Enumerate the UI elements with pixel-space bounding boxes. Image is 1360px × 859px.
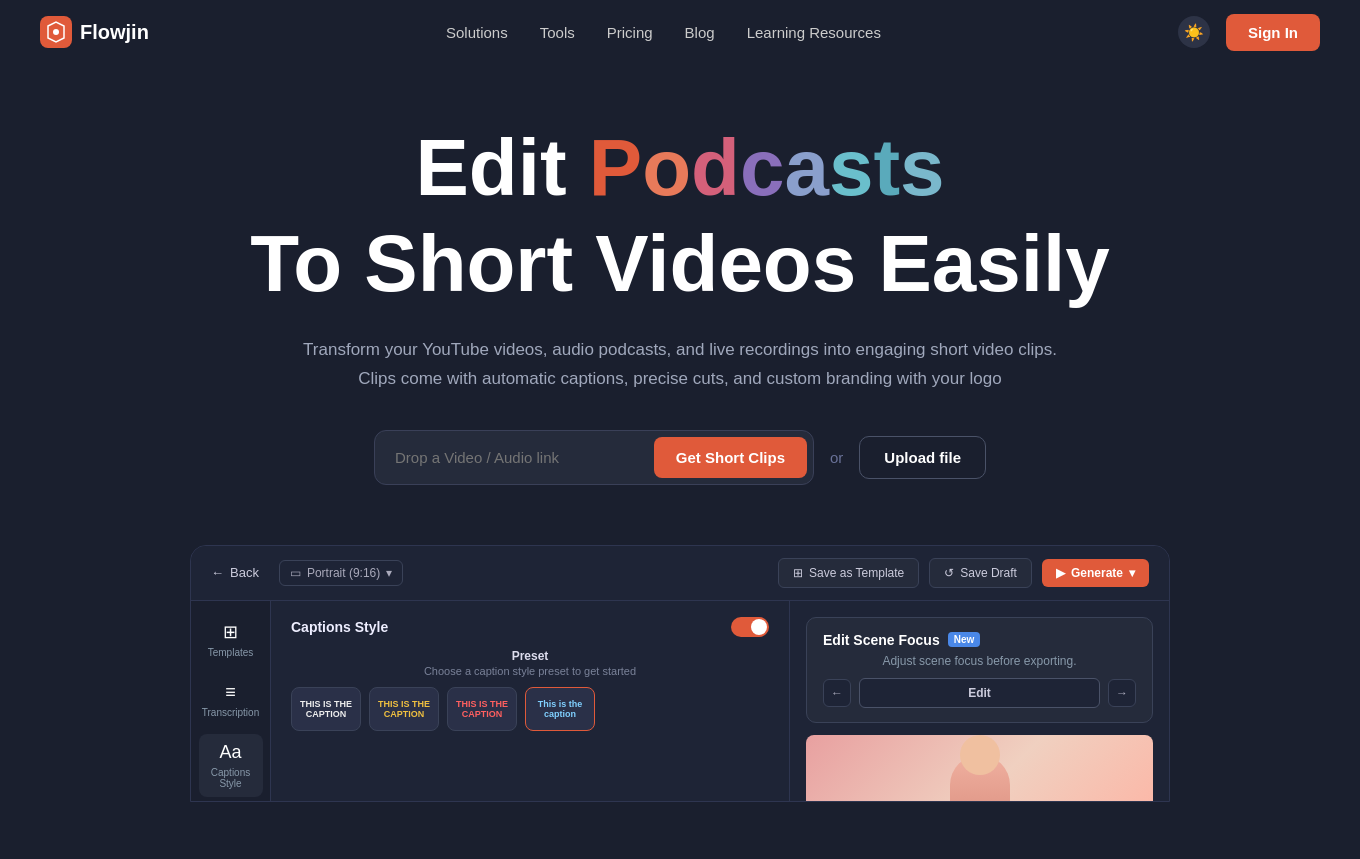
sidebar-transcription[interactable]: ≡ Transcription bbox=[199, 674, 263, 726]
scene-focus-title: Edit Scene Focus bbox=[823, 632, 940, 648]
caption-presets: THIS IS THE CAPTION THIS IS THE CAPTION … bbox=[291, 687, 769, 731]
figure-head bbox=[960, 735, 1000, 775]
scene-focus-card: Edit Scene Focus New Adjust scene focus … bbox=[806, 617, 1153, 723]
back-label: Back bbox=[230, 565, 259, 580]
figure-body bbox=[950, 755, 1010, 802]
app-bar-left: ← Back ▭ Portrait (9:16) ▾ bbox=[211, 560, 403, 586]
captions-title: Captions Style bbox=[291, 619, 388, 635]
app-content: ⊞ Templates ≡ Transcription Aa Captions … bbox=[191, 601, 1169, 801]
caption-preset-1[interactable]: THIS IS THE CAPTION bbox=[291, 687, 361, 731]
generate-chevron-icon: ▾ bbox=[1129, 566, 1135, 580]
templates-icon: ⊞ bbox=[223, 621, 238, 643]
transcription-label: Transcription bbox=[202, 707, 259, 718]
captions-header: Captions Style bbox=[291, 617, 769, 637]
edit-scene-button[interactable]: Edit bbox=[859, 678, 1100, 708]
app-bar: ← Back ▭ Portrait (9:16) ▾ ⊞ Save as Tem… bbox=[191, 546, 1169, 601]
sign-in-button[interactable]: Sign In bbox=[1226, 14, 1320, 51]
url-input-container: Get Short Clips bbox=[374, 430, 814, 485]
save-template-button[interactable]: ⊞ Save as Template bbox=[778, 558, 919, 588]
generate-label: Generate bbox=[1071, 566, 1123, 580]
nav-links: Solutions Tools Pricing Blog Learning Re… bbox=[446, 24, 881, 41]
input-row: Get Short Clips or Upload file bbox=[20, 430, 1340, 485]
edit-prefix: Edit bbox=[415, 123, 588, 212]
portrait-label: Portrait (9:16) bbox=[307, 566, 380, 580]
theme-toggle-button[interactable]: ☀️ bbox=[1178, 16, 1210, 48]
preset-desc: Choose a caption style preset to get sta… bbox=[291, 665, 769, 677]
back-arrow-icon: ← bbox=[211, 565, 224, 580]
app-bar-right: ⊞ Save as Template ↺ Save Draft ▶ Genera… bbox=[778, 558, 1149, 588]
nav-learning-resources[interactable]: Learning Resources bbox=[747, 24, 881, 41]
portrait-icon: ▭ bbox=[290, 566, 301, 580]
templates-label: Templates bbox=[208, 647, 254, 658]
app-screenshot: ← Back ▭ Portrait (9:16) ▾ ⊞ Save as Tem… bbox=[190, 545, 1170, 802]
navbar: Flowjin Solutions Tools Pricing Blog Lea… bbox=[0, 0, 1360, 64]
sidebar-captions-style[interactable]: Aa Captions Style bbox=[199, 734, 263, 797]
nav-right: ☀️ Sign In bbox=[1178, 14, 1320, 51]
captions-icon: Aa bbox=[219, 742, 241, 763]
scene-focus-header: Edit Scene Focus New bbox=[823, 632, 1136, 648]
logo-text: Flowjin bbox=[80, 21, 149, 44]
sidebar-templates[interactable]: ⊞ Templates bbox=[199, 613, 263, 666]
hero-title-line1: Edit Podcasts bbox=[20, 124, 1340, 212]
captions-toggle[interactable] bbox=[731, 617, 769, 637]
generate-button[interactable]: ▶ Generate ▾ bbox=[1042, 559, 1149, 587]
save-draft-label: Save Draft bbox=[960, 566, 1017, 580]
nav-blog[interactable]: Blog bbox=[685, 24, 715, 41]
transcription-icon: ≡ bbox=[225, 682, 236, 703]
scene-next-button[interactable]: → bbox=[1108, 679, 1136, 707]
logo[interactable]: Flowjin bbox=[40, 16, 149, 48]
nav-pricing[interactable]: Pricing bbox=[607, 24, 653, 41]
save-template-label: Save as Template bbox=[809, 566, 904, 580]
hero-title-line2: To Short Videos Easily bbox=[20, 220, 1340, 308]
scene-prev-button[interactable]: ← bbox=[823, 679, 851, 707]
app-right-panel: Edit Scene Focus New Adjust scene focus … bbox=[789, 601, 1169, 801]
nav-tools[interactable]: Tools bbox=[540, 24, 575, 41]
svg-point-1 bbox=[53, 29, 59, 35]
portrait-selector[interactable]: ▭ Portrait (9:16) ▾ bbox=[279, 560, 403, 586]
caption-preset-2[interactable]: THIS IS THE CAPTION bbox=[369, 687, 439, 731]
get-clips-button[interactable]: Get Short Clips bbox=[654, 437, 807, 478]
template-icon: ⊞ bbox=[793, 566, 803, 580]
save-draft-button[interactable]: ↺ Save Draft bbox=[929, 558, 1032, 588]
new-badge: New bbox=[948, 632, 981, 647]
scene-focus-desc: Adjust scene focus before exporting. bbox=[823, 654, 1136, 668]
app-main-panel: Captions Style Preset Choose a caption s… bbox=[271, 601, 789, 801]
hero-section: Edit Podcasts To Short Videos Easily Tra… bbox=[0, 64, 1360, 842]
preset-section: Preset Choose a caption style preset to … bbox=[291, 649, 769, 731]
nav-solutions[interactable]: Solutions bbox=[446, 24, 508, 41]
captions-label: Captions Style bbox=[207, 767, 255, 789]
draft-icon: ↺ bbox=[944, 566, 954, 580]
video-thumbnail bbox=[806, 735, 1153, 802]
podcast-word: Podcasts bbox=[589, 123, 945, 212]
preset-label: Preset bbox=[291, 649, 769, 663]
caption-preset-4[interactable]: This is the caption bbox=[525, 687, 595, 731]
back-button[interactable]: ← Back bbox=[211, 565, 259, 580]
or-divider: or bbox=[830, 449, 843, 466]
generate-icon: ▶ bbox=[1056, 566, 1065, 580]
scene-nav: ← Edit → bbox=[823, 678, 1136, 708]
hero-subtitle: Transform your YouTube videos, audio pod… bbox=[300, 336, 1060, 394]
app-sidebar: ⊞ Templates ≡ Transcription Aa Captions … bbox=[191, 601, 271, 801]
chevron-down-icon: ▾ bbox=[386, 566, 392, 580]
url-input[interactable] bbox=[395, 449, 654, 466]
upload-file-button[interactable]: Upload file bbox=[859, 436, 986, 479]
caption-preset-3[interactable]: THIS IS THE CAPTION bbox=[447, 687, 517, 731]
